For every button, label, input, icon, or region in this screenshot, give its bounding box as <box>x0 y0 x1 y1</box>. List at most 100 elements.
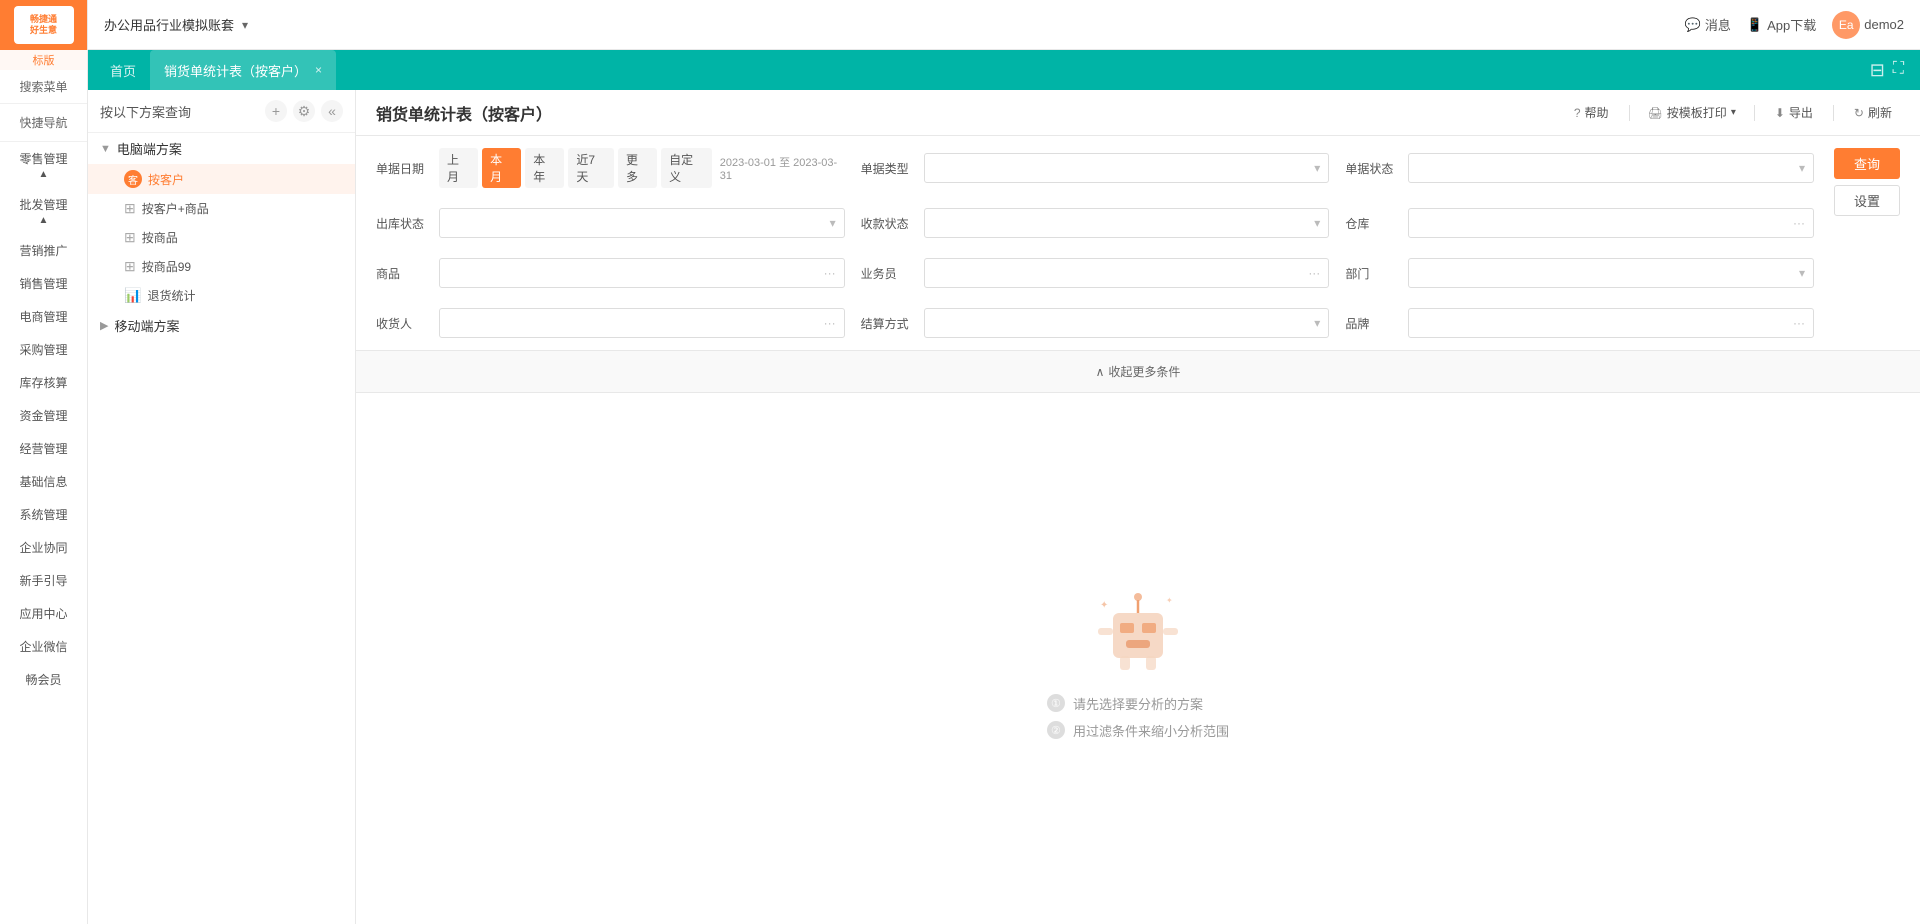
date-pill-this-year[interactable]: 本年 <box>525 148 564 188</box>
sidebar-item-retail[interactable]: 零售管理 ▲ <box>0 142 87 188</box>
refresh-btn[interactable]: ↻ 刷新 <box>1846 100 1900 125</box>
filter-item-warehouse: 仓库 ··· <box>1345 208 1814 238</box>
tree-item-return-stat[interactable]: 📊 退货统计 <box>88 281 355 310</box>
payment-dropdown-icon: ▾ <box>1314 316 1320 330</box>
export-label: 导出 <box>1789 104 1813 121</box>
sidebar-item-member[interactable]: 畅会员 <box>0 663 87 696</box>
order-type-input[interactable]: ▾ <box>924 153 1330 183</box>
receipt-status-dropdown-icon: ▾ <box>1314 216 1320 230</box>
date-pill-more[interactable]: 更多 <box>618 148 657 188</box>
export-btn[interactable]: ⬇ 导出 <box>1767 100 1821 125</box>
tab-sales-stat[interactable]: 销货单统计表（按客户） × <box>150 50 336 90</box>
dept-label: 部门 <box>1345 265 1400 282</box>
sidebar-item-wechat[interactable]: 企业微信 <box>0 630 87 663</box>
sidebar-item-sales[interactable]: 销售管理 <box>0 267 87 300</box>
date-filter-label: 单据日期 <box>376 160 431 177</box>
tree-item-by-customer[interactable]: 客 按客户 <box>88 164 355 194</box>
tree-item-by-goods-99[interactable]: ⊞ 按商品99 <box>88 252 355 281</box>
receipt-status-input[interactable]: ▾ <box>924 208 1330 238</box>
date-pill-last-month[interactable]: 上月 <box>439 148 478 188</box>
help-label: 帮助 <box>1585 104 1609 121</box>
warehouse-dots-icon: ··· <box>1793 216 1805 230</box>
hint-1-text: 请先选择要分析的方案 <box>1073 694 1203 713</box>
quick-nav-label[interactable]: 快捷导航 <box>0 110 87 135</box>
tab-close-icon[interactable]: × <box>315 63 322 77</box>
query-button[interactable]: 查询 <box>1834 148 1900 179</box>
order-status-label: 单据状态 <box>1345 160 1400 177</box>
refresh-icon: ↻ <box>1854 106 1864 120</box>
sidebar-item-business[interactable]: 经营管理 <box>0 432 87 465</box>
sidebar-quick-nav[interactable]: 快捷导航 <box>0 104 87 142</box>
divider-3 <box>1833 105 1834 121</box>
brand-input[interactable]: ··· <box>1408 308 1814 338</box>
order-type-label: 单据类型 <box>861 160 916 177</box>
collapse-button[interactable]: ∧ 收起更多条件 <box>1084 359 1193 384</box>
content-area: 按以下方案查询 + ⚙ « ▼ 电脑端方案 客 按客户 ⊞ 按客户+商品 <box>88 90 1920 924</box>
tree-item-by-goods-99-label: 按商品99 <box>142 258 191 275</box>
tab-expand-icon[interactable]: ⛶ <box>1893 60 1904 81</box>
print-icon: 🖨 <box>1648 106 1663 120</box>
sidebar-item-inventory-label: 库存核算 <box>19 374 67 391</box>
tree-item-by-customer-goods-label: 按客户+商品 <box>142 200 209 217</box>
filter-item-payment: 结算方式 ▾ <box>861 308 1330 338</box>
tab-minimize-icon[interactable]: ⊟ <box>1870 60 1885 81</box>
salesperson-input[interactable]: ··· <box>924 258 1330 288</box>
filter-item-salesperson: 业务员 ··· <box>861 258 1330 288</box>
settings-scheme-btn[interactable]: ⚙ <box>293 100 315 122</box>
sidebar-item-system[interactable]: 系统管理 <box>0 498 87 531</box>
wholesale-arrow-icon: ▲ <box>39 215 49 226</box>
message-label: 消息 <box>1705 15 1731 34</box>
goods-input[interactable]: ··· <box>439 258 845 288</box>
sidebar-item-marketing[interactable]: 营销推广 <box>0 234 87 267</box>
collapse-label: 收起更多条件 <box>1108 363 1180 380</box>
message-action[interactable]: 💬 消息 <box>1685 15 1731 34</box>
tree-item-by-goods[interactable]: ⊞ 按商品 <box>88 223 355 252</box>
print-btn[interactable]: 🖨 按模板打印 ▾ <box>1642 100 1742 125</box>
tree-group-mobile[interactable]: ▶ 移动端方案 <box>88 310 355 341</box>
sidebar-item-wholesale[interactable]: 批发管理 ▲ <box>0 188 87 234</box>
add-scheme-btn[interactable]: + <box>265 100 287 122</box>
order-status-input[interactable]: ▾ <box>1408 153 1814 183</box>
sidebar-item-newcomer[interactable]: 新手引导 <box>0 564 87 597</box>
tree-group-desktop[interactable]: ▼ 电脑端方案 <box>88 133 355 164</box>
sidebar-item-basic[interactable]: 基础信息 <box>0 465 87 498</box>
tree-group-desktop-label: 电脑端方案 <box>117 139 182 158</box>
goods-label: 商品 <box>376 265 431 282</box>
avatar: Ea <box>1832 11 1860 39</box>
collapse-panel-btn[interactable]: « <box>321 100 343 122</box>
sidebar-item-ecommerce[interactable]: 电商管理 <box>0 300 87 333</box>
out-status-dropdown-icon: ▾ <box>830 216 836 230</box>
dept-input[interactable]: ▾ <box>1408 258 1814 288</box>
sidebar-item-enterprise[interactable]: 企业协同 <box>0 531 87 564</box>
header-dropdown-icon[interactable]: ▾ <box>242 18 248 32</box>
sidebar-item-retail-label: 零售管理 <box>19 150 67 167</box>
sidebar-item-system-label: 系统管理 <box>19 506 67 523</box>
sidebar-search[interactable]: 搜索菜单 <box>0 70 87 104</box>
sidebar-item-apps-label: 应用中心 <box>19 605 67 622</box>
app-download-action[interactable]: 📱 App下载 <box>1747 15 1816 34</box>
tree-item-by-customer-goods[interactable]: ⊞ 按客户+商品 <box>88 194 355 223</box>
sidebar-item-finance[interactable]: 资金管理 <box>0 399 87 432</box>
sidebar-item-apps[interactable]: 应用中心 <box>0 597 87 630</box>
tab-sales-stat-label: 销货单统计表（按客户） <box>164 61 307 80</box>
date-pill-custom[interactable]: 自定义 <box>661 148 712 188</box>
consignee-input[interactable]: ··· <box>439 308 845 338</box>
settings-button[interactable]: 设置 <box>1834 185 1900 216</box>
app-download-label: App下载 <box>1767 15 1816 34</box>
sidebar-item-sales-label: 销售管理 <box>19 275 67 292</box>
tab-home[interactable]: 首页 <box>96 50 150 90</box>
help-btn[interactable]: ? 帮助 <box>1566 100 1617 125</box>
filter-row-1: 单据日期 上月 本月 本年 近7天 更多 自定义 2023-03-01 至 20… <box>376 148 1814 188</box>
warehouse-input[interactable]: ··· <box>1408 208 1814 238</box>
sidebar-item-purchase[interactable]: 采购管理 <box>0 333 87 366</box>
filter-item-order-status: 单据状态 ▾ <box>1345 153 1814 183</box>
out-status-input[interactable]: ▾ <box>439 208 845 238</box>
filter-item-dept: 部门 ▾ <box>1345 258 1814 288</box>
date-pill-this-month[interactable]: 本月 <box>482 148 521 188</box>
date-range-text: 2023-03-01 至 2023-03-31 <box>720 154 845 182</box>
user-action[interactable]: Ea demo2 <box>1832 11 1904 39</box>
empty-text: ① 请先选择要分析的方案 ② 用过滤条件来缩小分析范围 <box>1047 694 1229 740</box>
sidebar-item-inventory[interactable]: 库存核算 <box>0 366 87 399</box>
payment-input[interactable]: ▾ <box>924 308 1330 338</box>
date-pill-last-7days[interactable]: 近7天 <box>568 148 614 188</box>
